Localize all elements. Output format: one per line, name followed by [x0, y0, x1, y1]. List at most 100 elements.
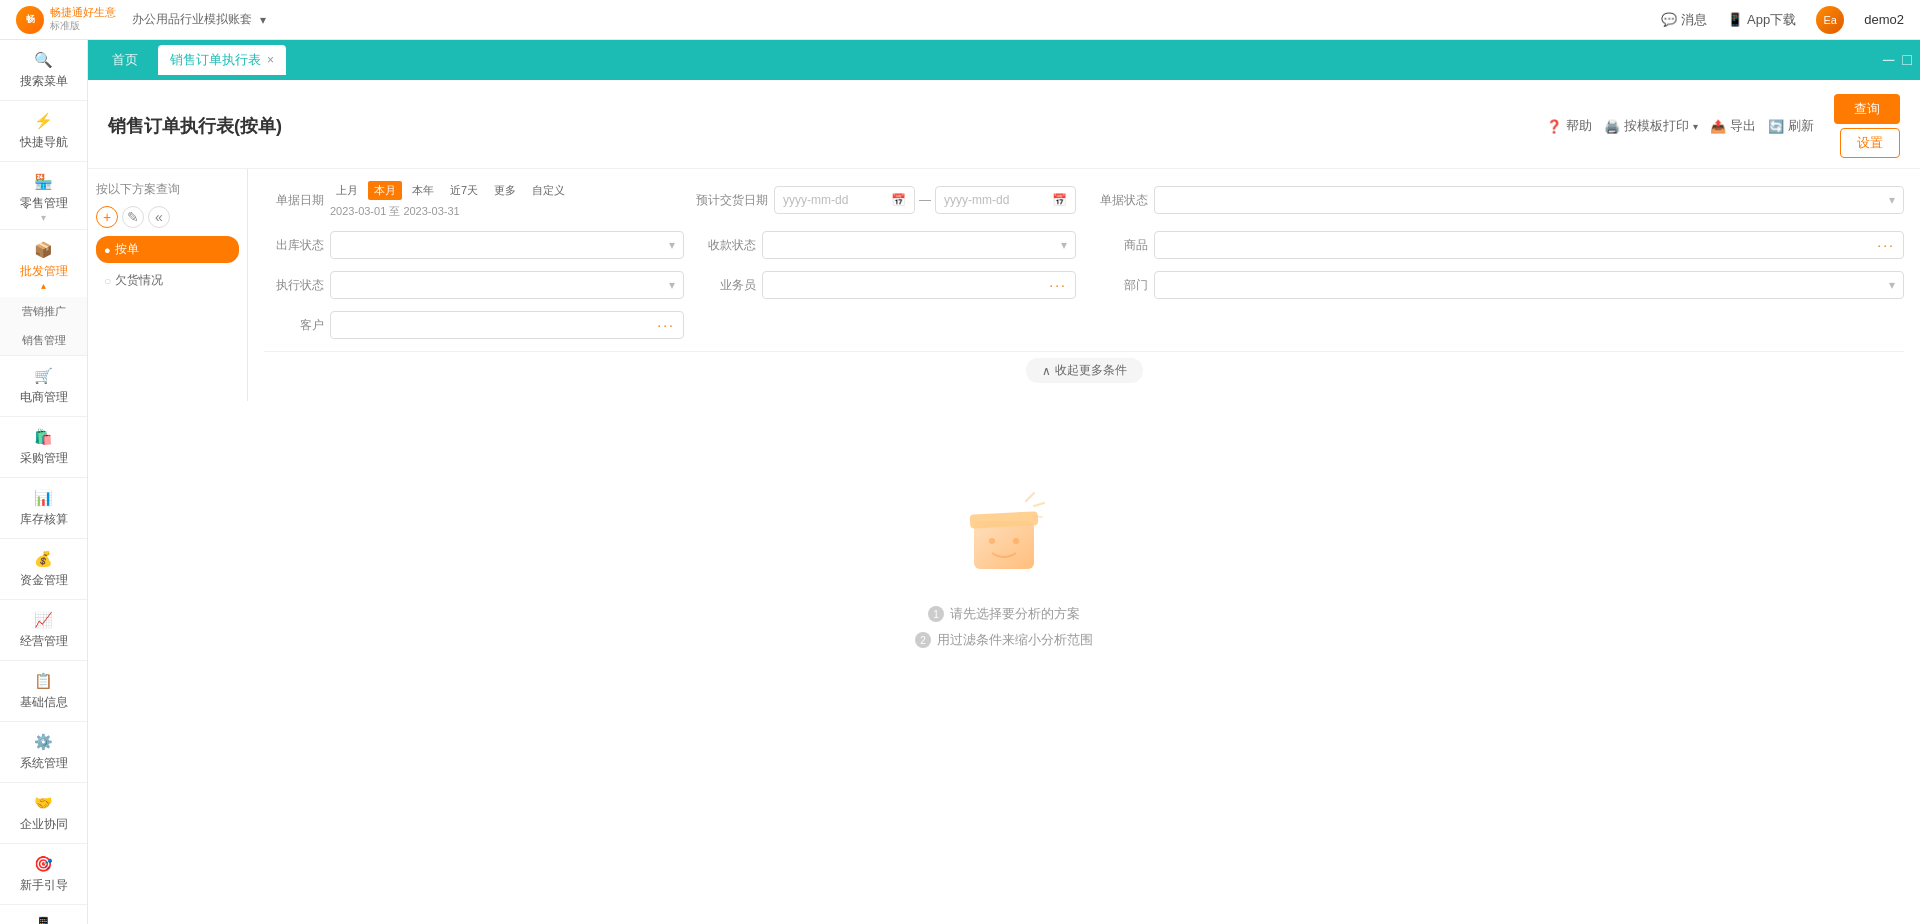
- ecommerce-icon: 🛒: [34, 366, 54, 386]
- sidebar-item-operation[interactable]: 📈 经营管理: [0, 600, 87, 661]
- outstock-select[interactable]: ▾: [330, 231, 684, 259]
- export-icon: 📤: [1710, 119, 1726, 134]
- plan-item-debt[interactable]: ○ 欠货情况: [96, 267, 239, 294]
- print-btn[interactable]: 🖨️ 按模板打印 ▾: [1604, 117, 1698, 135]
- app-dropdown[interactable]: ▾: [260, 13, 266, 27]
- query-button[interactable]: 查询: [1834, 94, 1900, 124]
- sidebar-group-wholesale: 📦 批发管理 ▴ 营销推广 销售管理: [0, 230, 87, 356]
- avatar[interactable]: Ea: [1816, 6, 1844, 34]
- mobile-icon: 📱: [1727, 12, 1743, 27]
- tab-max-btn[interactable]: □: [1902, 51, 1912, 69]
- app-download-label: App下载: [1747, 11, 1796, 29]
- enterprise-icon: 🤝: [34, 793, 54, 813]
- sidebar-item-search[interactable]: 🔍 搜索菜单: [0, 40, 87, 101]
- message-btn[interactable]: 💬 消息: [1661, 11, 1707, 29]
- collapse-btn[interactable]: ∧ 收起更多条件: [1026, 358, 1143, 383]
- department-select[interactable]: ▾: [1154, 271, 1904, 299]
- export-btn[interactable]: 📤 导出: [1710, 117, 1756, 135]
- date-tab-thismonth[interactable]: 本月: [368, 181, 402, 200]
- refresh-icon: 🔄: [1768, 119, 1784, 134]
- filter-field-salesperson: 业务员 ···: [696, 271, 1076, 299]
- date-tab-custom[interactable]: 自定义: [526, 181, 571, 200]
- sidebar-item-purchase[interactable]: 🛍️ 采购管理: [0, 417, 87, 478]
- help-label: 帮助: [1566, 117, 1592, 135]
- expected-date-start[interactable]: yyyy-mm-dd 📅: [774, 186, 915, 214]
- plan-item-order[interactable]: ● 按单: [96, 236, 239, 263]
- expected-date-end[interactable]: yyyy-mm-dd 📅: [935, 186, 1076, 214]
- sidebar-item-label-quicknav: 快捷导航: [20, 134, 68, 151]
- date-tab-thisyear[interactable]: 本年: [406, 181, 440, 200]
- wholesale-expand-icon: ▴: [41, 280, 46, 291]
- collapse-plan-btn[interactable]: «: [148, 206, 170, 228]
- page-title: 销售订单执行表(按单): [108, 114, 282, 138]
- edit-plan-btn[interactable]: ✎: [122, 206, 144, 228]
- sidebar-item-appcenter[interactable]: 📱 应用中心: [0, 905, 87, 924]
- department-label: 部门: [1088, 277, 1148, 294]
- hint-text-2: 用过滤条件来缩小分析范围: [937, 631, 1093, 649]
- filter-field-status: 单据状态 ▾: [1088, 186, 1904, 214]
- receive-select[interactable]: ▾: [762, 231, 1076, 259]
- sidebar-item-newuser[interactable]: 🎯 新手引导: [0, 844, 87, 905]
- tab-active[interactable]: 销售订单执行表 ×: [158, 45, 286, 75]
- app-download-btn[interactable]: 📱 App下载: [1727, 11, 1796, 29]
- tab-close-btn[interactable]: ×: [267, 53, 274, 67]
- filter-field-department: 部门 ▾: [1088, 271, 1904, 299]
- sidebar-sub-marketing[interactable]: 营销推广: [0, 297, 87, 326]
- content-area: 首页 销售订单执行表 × ─ □ 销售订单执行表(按单) ❓ 帮助: [88, 40, 1920, 924]
- customer-dotdot[interactable]: ···: [657, 317, 675, 333]
- date-placeholder2: yyyy-mm-dd: [944, 193, 1009, 207]
- finance-icon: 💰: [34, 549, 54, 569]
- settings-button[interactable]: 设置: [1840, 128, 1900, 158]
- date-tab-more[interactable]: 更多: [488, 181, 522, 200]
- outstock-label: 出库状态: [264, 237, 324, 254]
- print-dropdown-icon: ▾: [1693, 121, 1698, 132]
- date-tab-lastmonth[interactable]: 上月: [330, 181, 364, 200]
- add-plan-btn[interactable]: +: [96, 206, 118, 228]
- search-icon: 🔍: [34, 50, 54, 70]
- customer-select[interactable]: ···: [330, 311, 684, 339]
- empty-hint-2: 2 用过滤条件来缩小分析范围: [915, 631, 1093, 649]
- execute-chevron: ▾: [669, 278, 675, 292]
- sidebar-label-newuser: 新手引导: [20, 877, 68, 894]
- sidebar-item-enterprise[interactable]: 🤝 企业协同: [0, 783, 87, 844]
- tab-home[interactable]: 首页: [96, 45, 154, 75]
- date-placeholder1: yyyy-mm-dd: [783, 193, 848, 207]
- sidebar-item-ecommerce[interactable]: 🛒 电商管理: [0, 356, 87, 417]
- execute-select[interactable]: ▾: [330, 271, 684, 299]
- sidebar-item-quick-nav[interactable]: ⚡ 快捷导航: [0, 101, 87, 162]
- salesperson-select[interactable]: ···: [762, 271, 1076, 299]
- department-chevron: ▾: [1889, 278, 1895, 292]
- logo-area: 畅 畅捷通好生意 标准版: [16, 6, 116, 34]
- tab-min-btn[interactable]: ─: [1883, 51, 1894, 69]
- refresh-btn[interactable]: 🔄 刷新: [1768, 117, 1814, 135]
- sidebar-item-basic[interactable]: 📋 基础信息: [0, 661, 87, 722]
- chevron-up-icon: ∧: [1042, 364, 1051, 378]
- sidebar-item-wholesale[interactable]: 📦 批发管理 ▴: [0, 230, 87, 297]
- system-icon: ⚙️: [34, 732, 54, 752]
- hint-text-1: 请先选择要分析的方案: [950, 605, 1080, 623]
- query-actions: 查询 设置: [1834, 94, 1900, 158]
- sidebar-sub-sales[interactable]: 销售管理: [0, 326, 87, 355]
- tab-actions: ─ □: [1883, 51, 1912, 69]
- sidebar-item-finance[interactable]: 💰 资金管理: [0, 539, 87, 600]
- filter-row-4: 客户 ···: [264, 311, 1904, 339]
- empty-hint-1: 1 请先选择要分析的方案: [928, 605, 1080, 623]
- sidebar-item-retail[interactable]: 🏪 零售管理 ▾: [0, 162, 87, 229]
- svg-line-4: [1032, 516, 1042, 517]
- sidebar: 🔍 搜索菜单 ⚡ 快捷导航 🏪 零售管理 ▾ 📦 批发管理 ▴ 营销推广: [0, 40, 88, 924]
- salesperson-dotdot[interactable]: ···: [1049, 277, 1067, 293]
- tab-active-label: 销售订单执行表: [170, 51, 261, 69]
- sidebar-label-basic: 基础信息: [20, 694, 68, 711]
- help-btn[interactable]: ❓ 帮助: [1546, 117, 1592, 135]
- goods-dotdot[interactable]: ···: [1877, 237, 1895, 253]
- sidebar-item-inventory[interactable]: 📊 库存核算: [0, 478, 87, 539]
- date-tab-last7days[interactable]: 近7天: [444, 181, 484, 200]
- goods-select[interactable]: ···: [1154, 231, 1904, 259]
- filter-field-execute: 执行状态 ▾: [264, 271, 684, 299]
- status-select[interactable]: ▾: [1154, 186, 1904, 214]
- receive-chevron: ▾: [1061, 238, 1067, 252]
- plan-item-label: 按单: [115, 241, 139, 258]
- sidebar-item-system[interactable]: ⚙️ 系统管理: [0, 722, 87, 783]
- empty-state: 1 请先选择要分析的方案 2 用过滤条件来缩小分析范围: [88, 401, 1920, 689]
- customer-label: 客户: [264, 317, 324, 334]
